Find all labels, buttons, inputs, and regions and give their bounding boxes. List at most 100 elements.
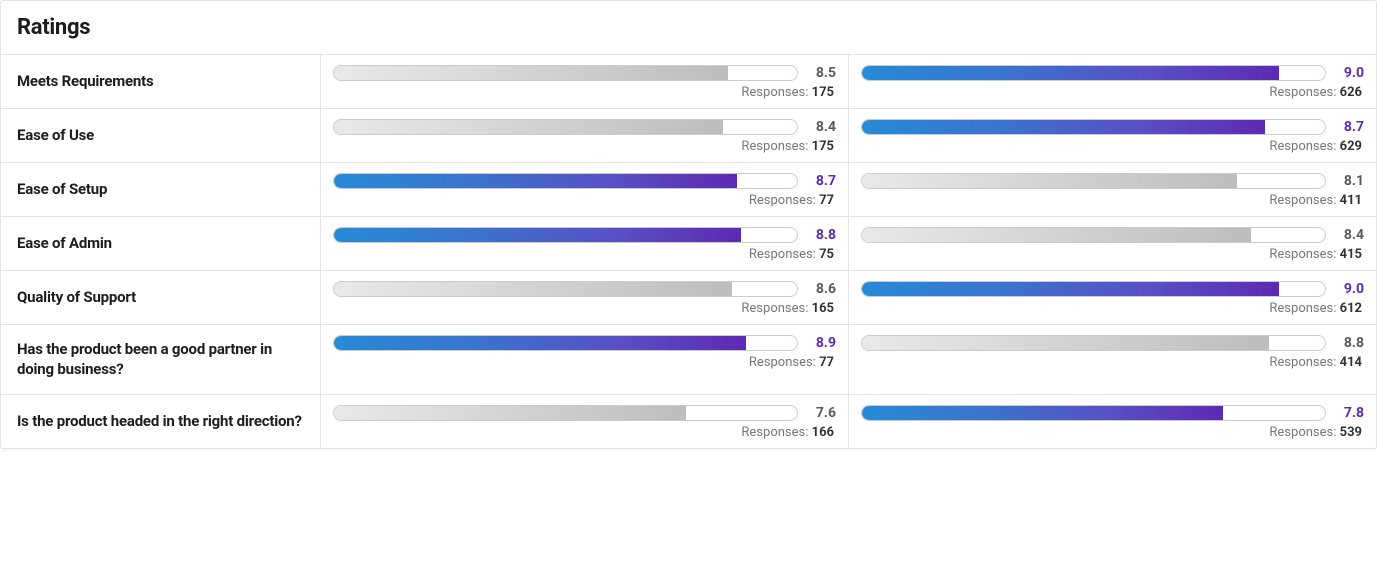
bar-cell: 8.7 Responses: 77 [321, 163, 848, 216]
bar-cell: 8.7 Responses: 629 [848, 109, 1376, 162]
bar-row: 8.7 [333, 173, 836, 189]
bar-row: 8.7 [861, 119, 1364, 135]
rating-row: Ease of Use 8.4 Responses: 175 8.7 Responses… [1, 109, 1376, 163]
bar-fill [334, 120, 723, 134]
bar-track [861, 119, 1326, 135]
rating-row: Ease of Setup 8.7 Responses: 77 8.1 Response… [1, 163, 1376, 217]
bar-row: 8.1 [861, 173, 1364, 189]
bar-track [861, 335, 1326, 351]
bar-row: 8.9 [333, 335, 836, 351]
score-value: 8.4 [808, 119, 836, 135]
rating-row: Quality of Support 8.6 Responses: 165 9.0 Re… [1, 271, 1376, 325]
score-value: 9.0 [1336, 281, 1364, 297]
bar-track [861, 405, 1326, 421]
bar-track [333, 227, 798, 243]
responses-count: Responses: 415 [861, 247, 1364, 262]
responses-count: Responses: 77 [333, 193, 836, 208]
bar-row: 8.4 [861, 227, 1364, 243]
score-value: 8.5 [808, 65, 836, 81]
bar-fill [334, 406, 686, 420]
responses-count: Responses: 539 [861, 425, 1364, 440]
bar-row: 8.4 [333, 119, 836, 135]
responses-count: Responses: 414 [861, 355, 1364, 370]
score-value: 8.7 [1336, 119, 1364, 135]
bar-cell: 8.9 Responses: 77 [321, 325, 848, 394]
rating-row: Is the product headed in the right direc… [1, 395, 1376, 448]
bar-track [861, 65, 1326, 81]
bar-track [861, 173, 1326, 189]
bar-fill [334, 174, 737, 188]
bar-fill [862, 336, 1269, 350]
bar-fill [862, 282, 1279, 296]
panel-title: Ratings [1, 1, 1376, 55]
bar-fill [334, 282, 732, 296]
responses-count: Responses: 77 [333, 355, 836, 370]
bar-fill [862, 406, 1223, 420]
bar-row: 8.8 [333, 227, 836, 243]
bar-cell: 7.8 Responses: 539 [848, 395, 1376, 448]
rating-label: Ease of Use [1, 109, 321, 162]
bar-fill [862, 120, 1265, 134]
bar-track [861, 227, 1326, 243]
bar-track [333, 173, 798, 189]
bar-row: 7.6 [333, 405, 836, 421]
responses-count: Responses: 411 [861, 193, 1364, 208]
rating-row: Has the product been a good partner in d… [1, 325, 1376, 395]
rating-label: Ease of Setup [1, 163, 321, 216]
score-value: 7.6 [808, 405, 836, 421]
responses-count: Responses: 166 [333, 425, 836, 440]
score-value: 8.9 [808, 335, 836, 351]
bar-fill [334, 228, 741, 242]
bar-fill [862, 228, 1251, 242]
rating-label: Meets Requirements [1, 55, 321, 108]
bar-track [333, 281, 798, 297]
responses-count: Responses: 612 [861, 301, 1364, 316]
ratings-panel: Ratings Meets Requirements 8.5 Responses: … [0, 0, 1377, 449]
bar-cell: 7.6 Responses: 166 [321, 395, 848, 448]
responses-count: Responses: 75 [333, 247, 836, 262]
bar-track [861, 281, 1326, 297]
ratings-rows: Meets Requirements 8.5 Responses: 175 9.0 Re… [1, 55, 1376, 448]
responses-count: Responses: 175 [333, 139, 836, 154]
rating-label: Has the product been a good partner in d… [1, 325, 321, 394]
rating-label: Ease of Admin [1, 217, 321, 270]
bar-row: 9.0 [861, 281, 1364, 297]
bar-cell: 8.8 Responses: 75 [321, 217, 848, 270]
bar-fill [334, 336, 746, 350]
bar-track [333, 65, 798, 81]
rating-row: Ease of Admin 8.8 Responses: 75 8.4 Response… [1, 217, 1376, 271]
bar-track [333, 119, 798, 135]
bar-cell: 8.5 Responses: 175 [321, 55, 848, 108]
bar-cell: 8.6 Responses: 165 [321, 271, 848, 324]
responses-count: Responses: 626 [861, 85, 1364, 100]
rating-label: Is the product headed in the right direc… [1, 395, 321, 448]
score-value: 7.8 [1336, 405, 1364, 421]
score-value: 8.8 [808, 227, 836, 243]
bar-cell: 8.8 Responses: 414 [848, 325, 1376, 394]
score-value: 8.4 [1336, 227, 1364, 243]
bar-cell: 8.4 Responses: 415 [848, 217, 1376, 270]
bar-track [333, 335, 798, 351]
responses-count: Responses: 175 [333, 85, 836, 100]
bar-cell: 9.0 Responses: 626 [848, 55, 1376, 108]
bar-row: 8.6 [333, 281, 836, 297]
responses-count: Responses: 629 [861, 139, 1364, 154]
bar-row: 7.8 [861, 405, 1364, 421]
bar-row: 9.0 [861, 65, 1364, 81]
score-value: 8.8 [1336, 335, 1364, 351]
bar-cell: 8.1 Responses: 411 [848, 163, 1376, 216]
score-value: 8.1 [1336, 173, 1364, 189]
bar-fill [862, 66, 1279, 80]
score-value: 8.6 [808, 281, 836, 297]
score-value: 9.0 [1336, 65, 1364, 81]
bar-row: 8.5 [333, 65, 836, 81]
bar-track [333, 405, 798, 421]
bar-cell: 8.4 Responses: 175 [321, 109, 848, 162]
rating-label: Quality of Support [1, 271, 321, 324]
bar-fill [862, 174, 1237, 188]
rating-row: Meets Requirements 8.5 Responses: 175 9.0 Re… [1, 55, 1376, 109]
bar-row: 8.8 [861, 335, 1364, 351]
score-value: 8.7 [808, 173, 836, 189]
bar-fill [334, 66, 728, 80]
responses-count: Responses: 165 [333, 301, 836, 316]
